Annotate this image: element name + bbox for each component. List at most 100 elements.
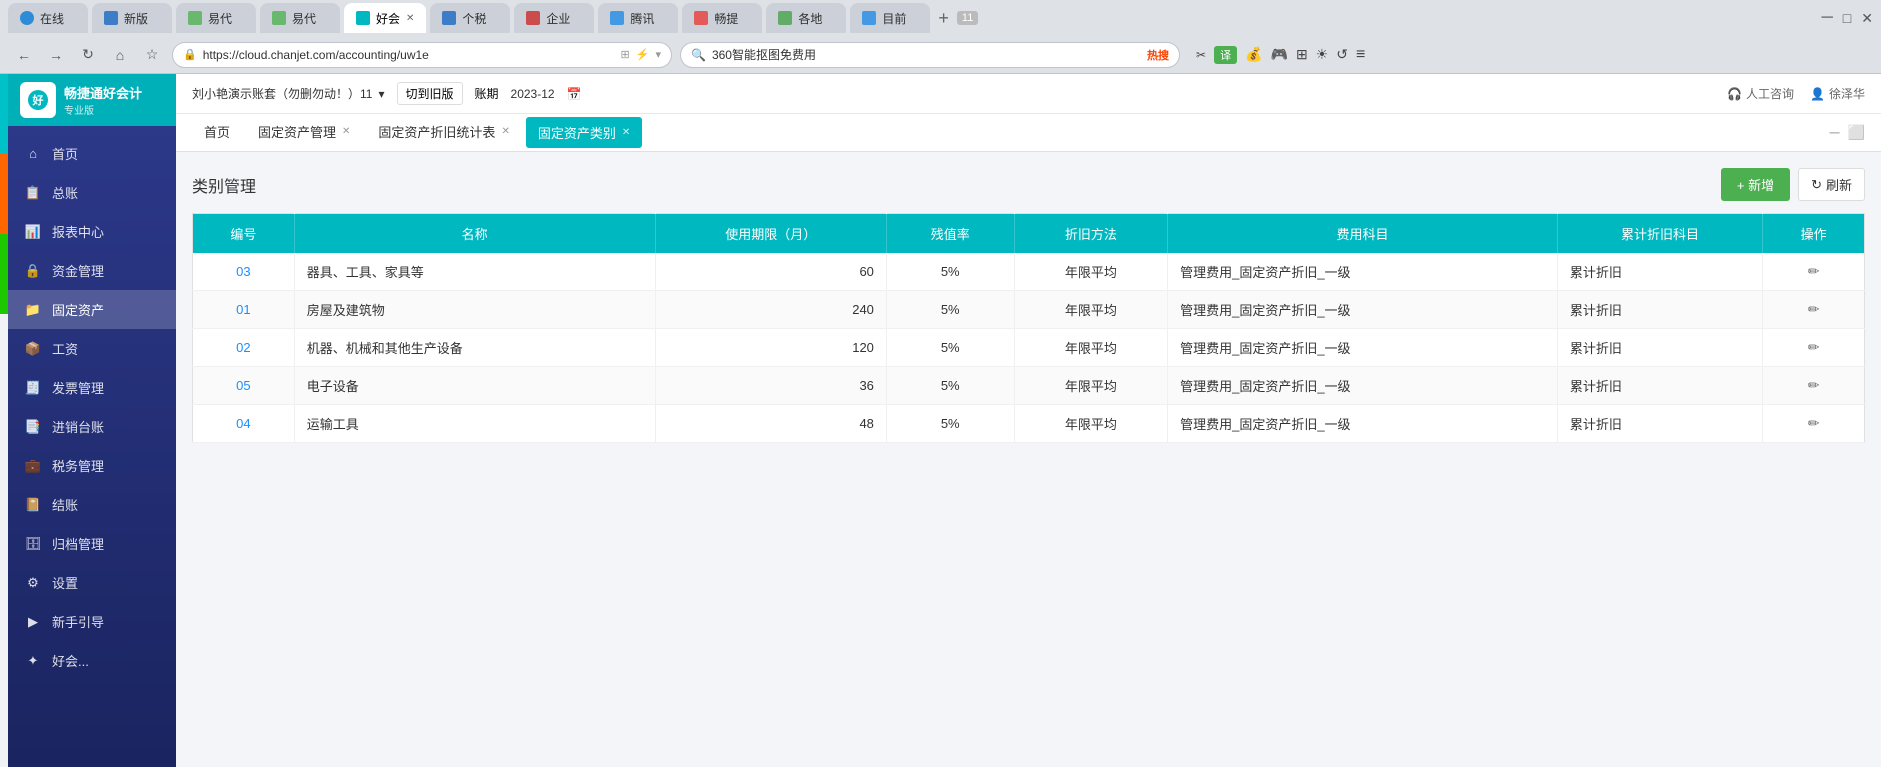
browser-tab-3[interactable]: 易代	[260, 3, 340, 33]
sidebar-item-more[interactable]: ✦ 好会...	[8, 641, 176, 680]
translate-icon[interactable]: 译	[1214, 46, 1237, 64]
lightning-btn[interactable]: ⚡	[636, 48, 650, 61]
page-tab-assets-mgmt-close[interactable]: ✕	[342, 126, 350, 137]
sidebar-item-close[interactable]: 📔 结账	[8, 485, 176, 524]
toolbar-icons: ✂ 译 💰 🎮 ⊞ ☀ ↺ ≡	[1196, 46, 1365, 64]
edit-icon-0[interactable]: ✏	[1808, 263, 1820, 279]
cell-residual-0: 5%	[886, 253, 1014, 291]
switch-btn[interactable]: 切到旧版	[397, 82, 463, 105]
user-name-text: 刘小艳演示账套（勿删勿动！）11	[192, 85, 372, 102]
page-tab-depreciation-close[interactable]: ✕	[501, 126, 509, 137]
browser-tab-4-label: 好会	[376, 10, 400, 27]
browser-tab-6[interactable]: 企业	[514, 3, 594, 33]
refresh-btn[interactable]: ↻ 刷新	[1798, 168, 1865, 201]
cell-code-1[interactable]: 01	[193, 291, 295, 329]
sidebar-item-settings[interactable]: ⚙ 设置	[8, 563, 176, 602]
home-btn[interactable]: ⌂	[108, 43, 132, 67]
col-months: 使用期限（月）	[655, 214, 886, 254]
cell-method-0: 年限平均	[1014, 253, 1168, 291]
dropdown-arrow[interactable]: ▾	[378, 87, 384, 101]
page-tab-category-close[interactable]: ✕	[622, 127, 630, 138]
user-profile-btn[interactable]: 👤 徐泽华	[1810, 85, 1865, 102]
period-label: 账期	[475, 85, 499, 102]
sidebar-item-archive[interactable]: 🗄 归档管理	[8, 524, 176, 563]
browser-tab-9[interactable]: 各地	[766, 3, 846, 33]
table-row: 05 电子设备 36 5% 年限平均 管理费用_固定资产折旧_一级 累计折旧 ✏	[193, 367, 1865, 405]
cell-name-0: 器具、工具、家具等	[294, 253, 655, 291]
bookmark-btn[interactable]: ☆	[140, 43, 164, 67]
calendar-icon[interactable]: 📅	[567, 87, 582, 101]
search-box[interactable]: 🔍 360智能抠图免费用 热搜	[680, 42, 1180, 68]
browser-tab-1[interactable]: 新版	[92, 3, 172, 33]
page-tab-depreciation[interactable]: 固定资产折旧统计表 ✕	[366, 116, 521, 149]
tab-expand-icon[interactable]: ⬜	[1848, 124, 1865, 141]
grid-icon[interactable]: ⊞	[1296, 46, 1308, 63]
browser-tab-10[interactable]: 目前	[850, 3, 930, 33]
consult-btn[interactable]: 🎧 人工咨询	[1727, 85, 1794, 102]
page-tab-assets-mgmt[interactable]: 固定资产管理 ✕	[246, 116, 362, 149]
col-method: 折旧方法	[1014, 214, 1168, 254]
minimize-btn[interactable]: ─	[1821, 9, 1832, 27]
sidebar-item-home[interactable]: ⌂ 首页	[8, 134, 176, 173]
edit-icon-2[interactable]: ✏	[1808, 339, 1820, 355]
col-residual: 残值率	[886, 214, 1014, 254]
sidebar-item-stock[interactable]: 📑 进销台账	[8, 407, 176, 446]
sidebar-item-invoice[interactable]: 🧾 发票管理	[8, 368, 176, 407]
tab-window-controls: ─ ⬜	[1830, 124, 1865, 141]
sidebar-item-ledger[interactable]: 📋 总账	[8, 173, 176, 212]
undo-icon[interactable]: ↺	[1336, 46, 1348, 63]
browser-tab-4-close[interactable]: ✕	[406, 13, 414, 24]
username-label: 徐泽华	[1829, 85, 1865, 102]
cell-code-4[interactable]: 04	[193, 405, 295, 443]
cell-residual-2: 5%	[886, 329, 1014, 367]
close-btn[interactable]: ✕	[1861, 10, 1873, 27]
sidebar-item-tax[interactable]: 💼 税务管理	[8, 446, 176, 485]
maximize-btn[interactable]: □	[1843, 10, 1851, 26]
scissors-icon[interactable]: ✂	[1196, 48, 1206, 62]
sidebar-item-assets[interactable]: 📁 固定资产	[8, 290, 176, 329]
tab-minimize-icon[interactable]: ─	[1830, 124, 1840, 141]
sidebar-item-payroll[interactable]: 📦 工资	[8, 329, 176, 368]
page-tab-category[interactable]: 固定资产类别 ✕	[526, 117, 642, 148]
browser-tab-7[interactable]: 腾讯	[598, 3, 678, 33]
cell-code-2[interactable]: 02	[193, 329, 295, 367]
site-info-btn[interactable]: ⊞	[621, 48, 630, 61]
sidebar-item-funds-label: 资金管理	[52, 261, 104, 280]
back-btn[interactable]: ←	[12, 43, 36, 67]
edit-icon-4[interactable]: ✏	[1808, 415, 1820, 431]
address-box[interactable]: 🔒 https://cloud.chanjet.com/accounting/u…	[172, 42, 672, 68]
page-tab-home[interactable]: 首页	[192, 116, 242, 149]
browser-tab-4[interactable]: 好会 ✕	[344, 3, 426, 33]
edit-icon-1[interactable]: ✏	[1808, 301, 1820, 317]
reload-btn[interactable]: ↻	[76, 43, 100, 67]
sun-icon[interactable]: ☀	[1316, 46, 1329, 63]
section-header: 类别管理 + 新增 ↻ 刷新	[192, 168, 1865, 201]
dropdown-btn[interactable]: ▾	[655, 48, 661, 61]
browser-tab-5[interactable]: 个税	[430, 3, 510, 33]
edit-icon-3[interactable]: ✏	[1808, 377, 1820, 393]
forward-btn[interactable]: →	[44, 43, 68, 67]
tab-count-badge: 11	[957, 11, 978, 25]
cell-code-3[interactable]: 05	[193, 367, 295, 405]
game-icon[interactable]: 🎮	[1271, 46, 1288, 63]
browser-tab-8[interactable]: 畅提	[682, 3, 762, 33]
sidebar-item-home-label: 首页	[52, 144, 78, 163]
add-btn[interactable]: + 新增	[1721, 168, 1790, 201]
close-period-icon: 📔	[24, 496, 42, 514]
sidebar-item-guide[interactable]: ▶ 新手引导	[8, 602, 176, 641]
sidebar-item-funds[interactable]: 🔒 资金管理	[8, 251, 176, 290]
assets-icon: 📁	[24, 301, 42, 319]
more-icon: ✦	[24, 652, 42, 670]
cell-residual-1: 5%	[886, 291, 1014, 329]
browser-tab-2[interactable]: 易代	[176, 3, 256, 33]
new-tab-btn[interactable]: +	[934, 8, 953, 29]
col-accum: 累计折旧科目	[1557, 214, 1762, 254]
user-avatar-icon: 👤	[1810, 87, 1825, 101]
headset-icon: 🎧	[1727, 87, 1742, 101]
wallet-icon[interactable]: 💰	[1245, 46, 1262, 63]
menu-icon[interactable]: ≡	[1356, 46, 1365, 64]
sidebar-item-reports[interactable]: 📊 报表中心	[8, 212, 176, 251]
browser-tab-5-label: 个税	[462, 10, 486, 27]
browser-tab-0[interactable]: 在线	[8, 3, 88, 33]
cell-code-0[interactable]: 03	[193, 253, 295, 291]
